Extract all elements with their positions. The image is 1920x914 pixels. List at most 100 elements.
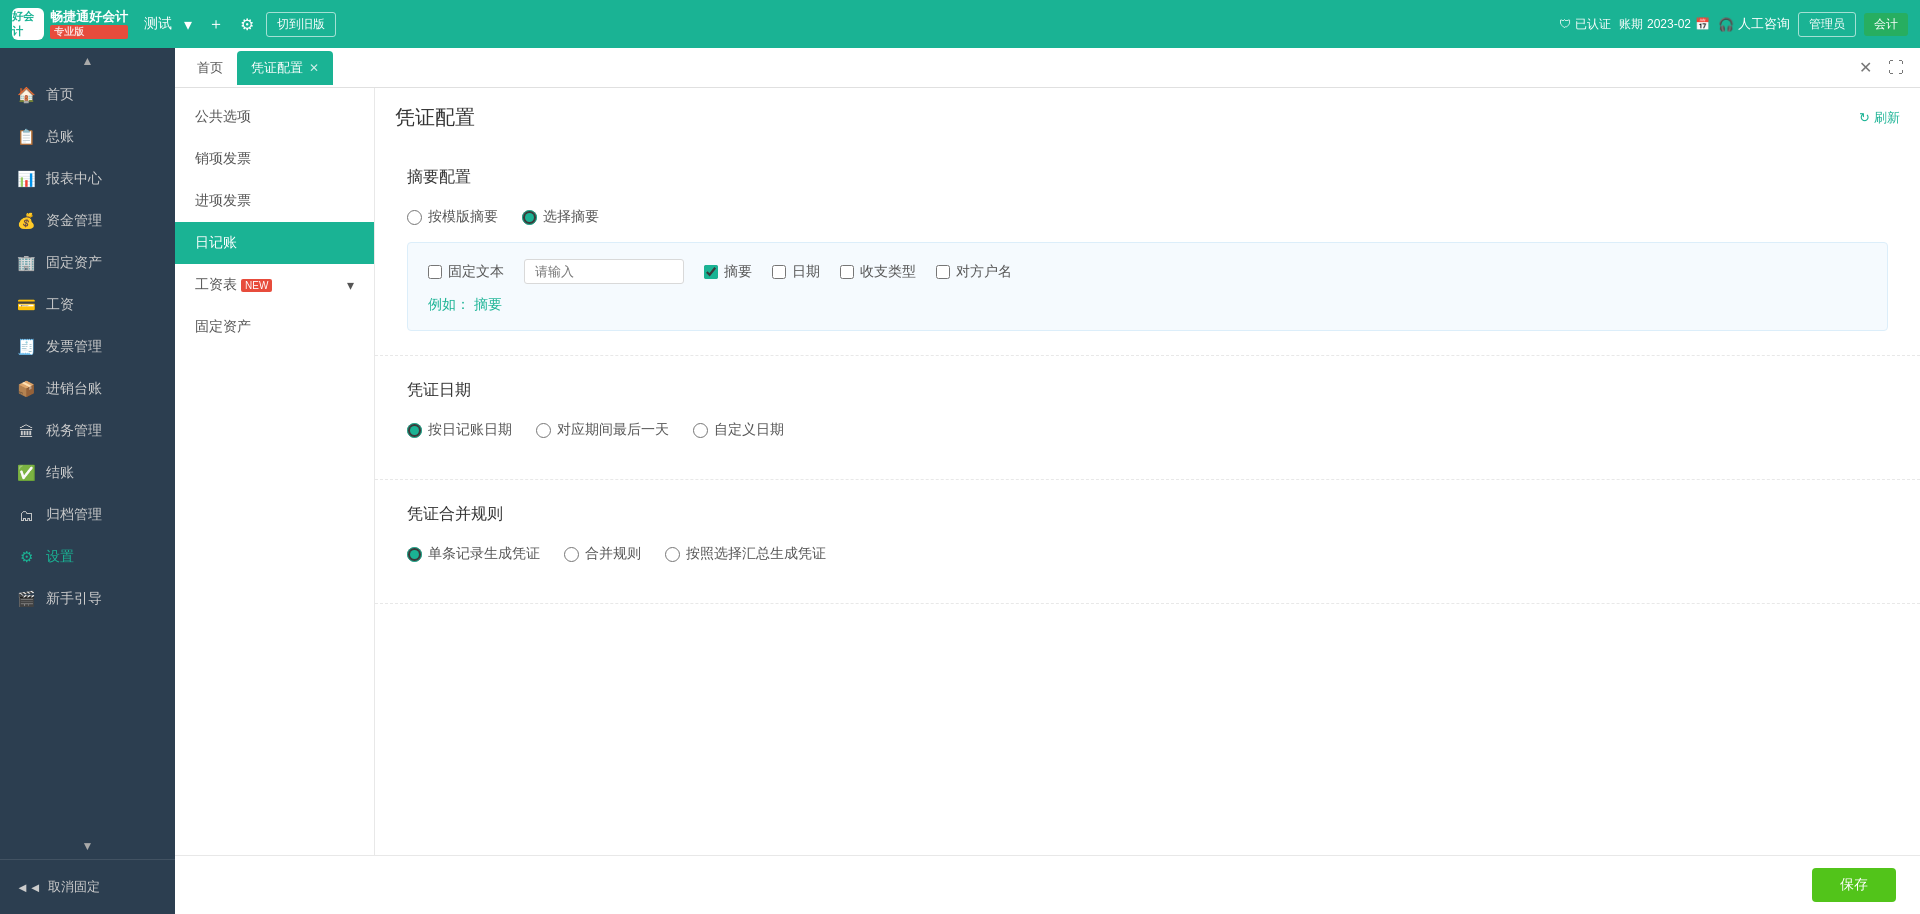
period-info: 账期 2023-02 📅 bbox=[1619, 16, 1710, 33]
service-button[interactable]: 🎧 人工咨询 bbox=[1718, 15, 1790, 33]
radio-select-summary-input[interactable] bbox=[522, 210, 537, 225]
refresh-button[interactable]: ↻ 刷新 bbox=[1859, 109, 1900, 127]
sidebar-item-sales[interactable]: 📦 进销台账 bbox=[0, 368, 175, 410]
radio-aggregate-generate-input[interactable] bbox=[665, 547, 680, 562]
window-close-icon[interactable]: ✕ bbox=[1851, 54, 1880, 81]
refresh-label: 刷新 bbox=[1874, 109, 1900, 127]
switch-old-version-button[interactable]: 切到旧版 bbox=[266, 12, 336, 37]
radio-period-last-day-label: 对应期间最后一天 bbox=[557, 421, 669, 439]
checkbox-income-type-label: 收支类型 bbox=[860, 263, 916, 281]
checkbox-income-type[interactable]: 收支类型 bbox=[840, 263, 916, 281]
radio-template-summary-label: 按模版摘要 bbox=[428, 208, 498, 226]
radio-custom-date-input[interactable] bbox=[693, 423, 708, 438]
radio-aggregate-generate-label: 按照选择汇总生成凭证 bbox=[686, 545, 826, 563]
radio-template-summary[interactable]: 按模版摘要 bbox=[407, 208, 498, 226]
radio-custom-date[interactable]: 自定义日期 bbox=[693, 421, 784, 439]
tab-home[interactable]: 首页 bbox=[183, 51, 237, 85]
tab-close-icon[interactable]: ✕ bbox=[309, 61, 319, 75]
logo-text: 畅捷通好会计 专业版 bbox=[50, 9, 128, 39]
checkbox-counterpart-name[interactable]: 对方户名 bbox=[936, 263, 1012, 281]
merge-section-title: 凭证合并规则 bbox=[407, 504, 1888, 525]
sidebar-item-tax[interactable]: 🏛 税务管理 bbox=[0, 410, 175, 452]
radio-journal-date-input[interactable] bbox=[407, 423, 422, 438]
fullscreen-icon[interactable]: ⛶ bbox=[1880, 55, 1912, 81]
top-right-area: 🛡 已认证 账期 2023-02 📅 🎧 人工咨询 管理员 会计 bbox=[1559, 12, 1908, 37]
left-nav-sales-invoice-label: 销项发票 bbox=[195, 150, 251, 168]
checkbox-summary-label: 摘要 bbox=[724, 263, 752, 281]
sidebar-label-salary: 工资 bbox=[46, 296, 74, 314]
calendar-icon[interactable]: 📅 bbox=[1695, 17, 1710, 31]
new-badge: NEW bbox=[241, 279, 272, 292]
checkbox-income-type-input[interactable] bbox=[840, 265, 854, 279]
sidebar-item-close[interactable]: ✅ 结账 bbox=[0, 452, 175, 494]
checkbox-summary[interactable]: 摘要 bbox=[704, 263, 752, 281]
left-nav-fixed-assets[interactable]: 固定资产 bbox=[175, 306, 374, 348]
radio-merge-rule[interactable]: 合并规则 bbox=[564, 545, 641, 563]
certified-label: 已认证 bbox=[1575, 16, 1611, 33]
sidebar-item-archive[interactable]: 🗂 归档管理 bbox=[0, 494, 175, 536]
tab-voucher-config-label: 凭证配置 bbox=[251, 59, 303, 77]
example-prefix: 例如： bbox=[428, 296, 470, 312]
logo-area: 好会计 畅捷通好会计 专业版 bbox=[12, 8, 128, 40]
left-nav-journal-label: 日记账 bbox=[195, 234, 237, 252]
radio-single-record[interactable]: 单条记录生成凭证 bbox=[407, 545, 540, 563]
scroll-down-arrow[interactable]: ▼ bbox=[74, 837, 102, 855]
sidebar-bottom: ◄◄ 取消固定 bbox=[0, 859, 175, 914]
service-label: 人工咨询 bbox=[1738, 15, 1790, 33]
settings-gear-icon[interactable]: ⚙ bbox=[232, 11, 262, 38]
sidebar-item-guide[interactable]: 🎬 新手引导 bbox=[0, 578, 175, 620]
radio-journal-date[interactable]: 按日记账日期 bbox=[407, 421, 512, 439]
checkbox-date[interactable]: 日期 bbox=[772, 263, 820, 281]
sidebar-item-invoice[interactable]: 🧾 发票管理 bbox=[0, 326, 175, 368]
checkbox-fixed-text-input[interactable] bbox=[428, 265, 442, 279]
pin-icon: ◄◄ bbox=[16, 880, 42, 895]
sidebar-label-guide: 新手引导 bbox=[46, 590, 102, 608]
checkbox-fixed-text[interactable]: 固定文本 bbox=[428, 263, 504, 281]
left-nav-journal[interactable]: 日记账 bbox=[175, 222, 374, 264]
sidebar-item-settings[interactable]: ⚙ 设置 bbox=[0, 536, 175, 578]
radio-select-summary[interactable]: 选择摘要 bbox=[522, 208, 599, 226]
radio-single-record-input[interactable] bbox=[407, 547, 422, 562]
radio-merge-rule-input[interactable] bbox=[564, 547, 579, 562]
sidebar-item-reports[interactable]: 📊 报表中心 bbox=[0, 158, 175, 200]
admin-button[interactable]: 管理员 bbox=[1798, 12, 1856, 37]
chevron-down-icon: ▾ bbox=[347, 277, 354, 293]
date-radio-group: 按日记账日期 对应期间最后一天 自定义日期 bbox=[407, 421, 1888, 439]
archive-icon: 🗂 bbox=[16, 507, 36, 524]
sidebar-item-salary[interactable]: 💳 工资 bbox=[0, 284, 175, 326]
scroll-up-arrow[interactable]: ▲ bbox=[74, 52, 102, 70]
company-name: 测试 bbox=[144, 15, 172, 33]
fixed-text-input[interactable] bbox=[524, 259, 684, 284]
config-main: 凭证配置 ↻ 刷新 摘要配置 bbox=[375, 88, 1920, 914]
sidebar-label-funds: 资金管理 bbox=[46, 212, 102, 230]
add-icon[interactable]: ＋ bbox=[200, 10, 232, 39]
dropdown-icon[interactable]: ▾ bbox=[176, 11, 200, 38]
radio-period-last-day[interactable]: 对应期间最后一天 bbox=[536, 421, 669, 439]
tab-voucher-config[interactable]: 凭证配置 ✕ bbox=[237, 51, 333, 85]
summary-section: 摘要配置 按模版摘要 选择摘要 bbox=[375, 143, 1920, 356]
checkbox-summary-input[interactable] bbox=[704, 265, 718, 279]
radio-period-last-day-input[interactable] bbox=[536, 423, 551, 438]
sidebar-item-funds[interactable]: 💰 资金管理 bbox=[0, 200, 175, 242]
sidebar-label-archive: 归档管理 bbox=[46, 506, 102, 524]
sidebar-label-settings: 设置 bbox=[46, 548, 74, 566]
page-inner: 公共选项 销项发票 进项发票 日记账 工资表 NEW bbox=[175, 88, 1920, 914]
checkbox-counterpart-name-input[interactable] bbox=[936, 265, 950, 279]
date-section-title: 凭证日期 bbox=[407, 380, 1888, 401]
headset-icon: 🎧 bbox=[1718, 17, 1734, 32]
left-nav-payroll[interactable]: 工资表 NEW ▾ bbox=[175, 264, 374, 306]
left-nav-public[interactable]: 公共选项 bbox=[175, 96, 374, 138]
radio-template-summary-input[interactable] bbox=[407, 210, 422, 225]
left-nav-sales-invoice[interactable]: 销项发票 bbox=[175, 138, 374, 180]
accountant-button[interactable]: 会计 bbox=[1864, 13, 1908, 36]
radio-aggregate-generate[interactable]: 按照选择汇总生成凭证 bbox=[665, 545, 826, 563]
cancel-fixed-button[interactable]: ◄◄ 取消固定 bbox=[0, 868, 175, 906]
sidebar-item-home[interactable]: 🏠 首页 bbox=[0, 74, 175, 116]
logo-subtitle: 专业版 bbox=[50, 25, 128, 39]
checkbox-date-input[interactable] bbox=[772, 265, 786, 279]
save-button[interactable]: 保存 bbox=[1812, 868, 1896, 902]
sidebar-item-assets[interactable]: 🏢 固定资产 bbox=[0, 242, 175, 284]
sidebar-item-ledger[interactable]: 📋 总账 bbox=[0, 116, 175, 158]
ledger-icon: 📋 bbox=[16, 128, 36, 146]
left-nav-purchase-invoice[interactable]: 进项发票 bbox=[175, 180, 374, 222]
